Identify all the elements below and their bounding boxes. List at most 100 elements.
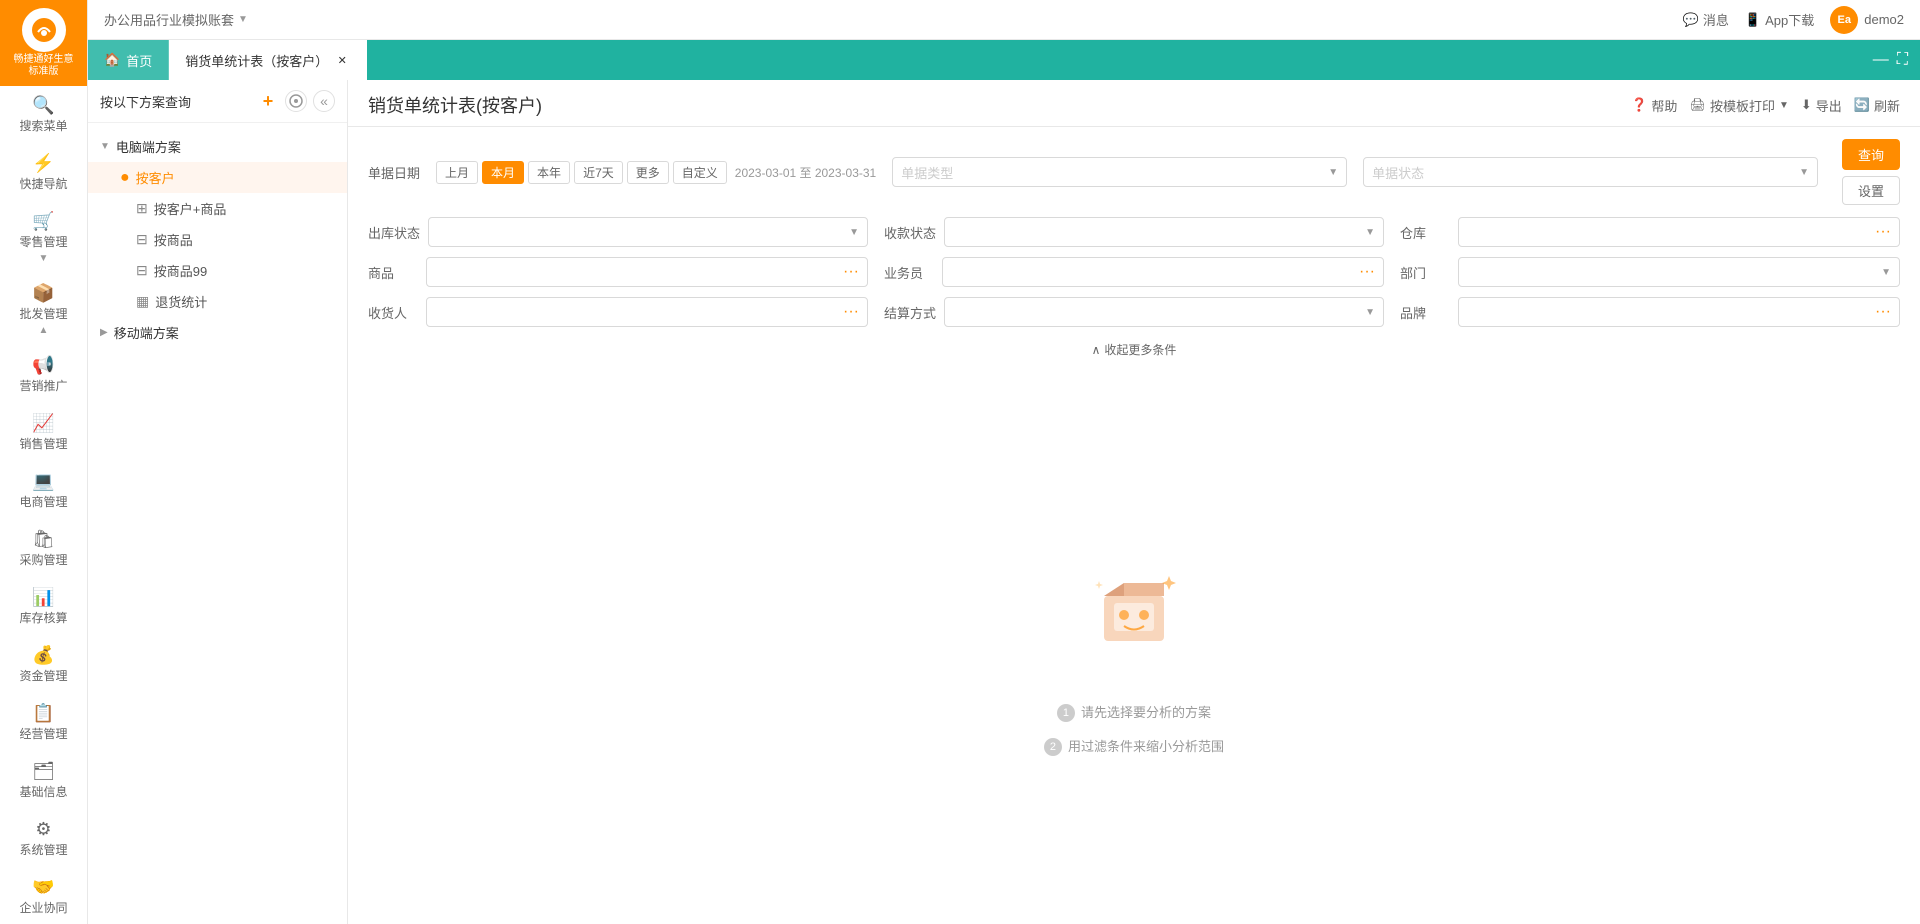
tab-maximize-btn[interactable]: ⛶ bbox=[1897, 51, 1908, 69]
out-status-arrow: ▼ bbox=[849, 227, 859, 238]
tab-home-label: 首页 bbox=[126, 51, 152, 70]
query-btn[interactable]: 查询 bbox=[1842, 139, 1900, 170]
order-status-label: 单据状态 bbox=[1372, 163, 1424, 182]
order-type-label: 单据类型 bbox=[901, 163, 953, 182]
sidebar-item-marketing[interactable]: 📢 营销推广 bbox=[0, 346, 87, 404]
empty-tip-2: 2 用过滤条件来缩小分析范围 bbox=[1044, 734, 1224, 760]
filter-row-1: 单据日期 上月 本月 本年 近7天 更多 自定义 2023-03-01 至 20… bbox=[368, 139, 1900, 205]
this-year-btn[interactable]: 本年 bbox=[528, 161, 570, 184]
by-goods99-icon: ⊟ bbox=[136, 262, 148, 279]
custom-btn[interactable]: 自定义 bbox=[673, 161, 727, 184]
sidebar-item-basic-label: 基础信息 bbox=[19, 783, 67, 800]
return-stat-icon: ▦ bbox=[136, 293, 149, 310]
this-month-btn[interactable]: 本月 bbox=[482, 161, 524, 184]
page-header: 销货单统计表(按客户) ❓ 帮助 🖨 按模板打印 ▼ ⬇ 导出 bbox=[348, 80, 1920, 127]
by-goods-icon: ⊟ bbox=[136, 231, 148, 248]
department-select[interactable]: ▼ bbox=[1458, 257, 1900, 287]
tab-sales-stat[interactable]: 销货单统计表（按客户） ✕ bbox=[169, 40, 367, 80]
sidebar-item-wholesale[interactable]: 📦 批发管理 ▲ bbox=[0, 274, 87, 346]
basic-icon: 🗂 bbox=[32, 762, 55, 780]
filter-cell-brand: 品牌 ··· bbox=[1400, 297, 1900, 327]
last7days-btn[interactable]: 近7天 bbox=[574, 161, 623, 184]
sidebar-nav: 🔍 搜索菜单 ⚡ 快捷导航 🛒 零售管理 ▼ 📦 批发管理 ▲ 📢 营销推广 📈… bbox=[0, 86, 87, 924]
collapse-btn[interactable]: ∧ 收起更多条件 bbox=[368, 335, 1900, 364]
page-title: 销货单统计表(按客户) bbox=[368, 92, 542, 118]
tab-sales-stat-label: 销货单统计表（按客户） bbox=[185, 51, 328, 70]
tree-item-by-goods[interactable]: ⊟ 按商品 bbox=[88, 224, 347, 255]
order-status-select[interactable]: 单据状态 ▼ bbox=[1363, 157, 1818, 187]
print-btn[interactable]: 🖨 按模板打印 ▼ bbox=[1689, 96, 1788, 115]
export-btn[interactable]: ⬇ 导出 bbox=[1801, 96, 1842, 115]
print-icon: 🖨 bbox=[1689, 97, 1706, 113]
sidebar-item-sales[interactable]: 📈 销售管理 bbox=[0, 404, 87, 462]
account-dropdown[interactable]: 办公用品行业模拟账套 ▼ bbox=[104, 10, 248, 29]
sidebar-item-retail-label: 零售管理 bbox=[19, 233, 67, 250]
tree-item-by-goods99[interactable]: ⊟ 按商品99 bbox=[88, 255, 347, 286]
payment-arrow: ▼ bbox=[1365, 307, 1375, 318]
export-icon: ⬇ bbox=[1801, 97, 1812, 113]
goods-select[interactable]: ··· bbox=[426, 257, 868, 287]
receiver-select[interactable]: ··· bbox=[426, 297, 868, 327]
sidebar-item-inventory[interactable]: 📊 库存核算 bbox=[0, 578, 87, 636]
receipt-status-select[interactable]: ▼ bbox=[944, 217, 1384, 247]
warehouse-select[interactable]: ··· bbox=[1458, 217, 1900, 247]
logo-area[interactable]: 畅捷通好生意 标准版 bbox=[0, 0, 87, 86]
by-customer-goods-icon: ⊞ bbox=[136, 200, 148, 217]
order-type-select[interactable]: 单据类型 ▼ bbox=[892, 157, 1347, 187]
sidebar-item-ecom[interactable]: 💻 电商管理 bbox=[0, 462, 87, 520]
sidebar-item-search[interactable]: 🔍 搜索菜单 bbox=[0, 86, 87, 144]
sidebar-item-system[interactable]: ⚙ 系统管理 bbox=[0, 810, 87, 868]
tab-close-btn[interactable]: ✕ bbox=[334, 52, 350, 68]
settings-btn[interactable]: 设置 bbox=[1842, 176, 1900, 205]
user-area[interactable]: Ea demo2 bbox=[1830, 6, 1904, 34]
message-btn[interactable]: 💬 消息 bbox=[1683, 10, 1729, 29]
payment-label: 结算方式 bbox=[884, 303, 936, 322]
sidebar-item-shortcuts[interactable]: ⚡ 快捷导航 bbox=[0, 144, 87, 202]
salesperson-select[interactable]: ··· bbox=[942, 257, 1384, 287]
collapse-panel-btn[interactable]: « bbox=[313, 90, 335, 112]
salesperson-label: 业务员 bbox=[884, 263, 934, 282]
tree-group-mobile-header[interactable]: ▶ 移动端方案 bbox=[88, 317, 347, 348]
sidebar-item-corp[interactable]: 🤝 企业协同 bbox=[0, 868, 87, 924]
sidebar-item-finance-label: 资金管理 bbox=[19, 667, 67, 684]
sidebar-item-business[interactable]: 📋 经营管理 bbox=[0, 694, 87, 752]
tree-item-return-stat-label: 退货统计 bbox=[155, 292, 207, 311]
tab-home[interactable]: 🏠 首页 bbox=[88, 40, 169, 80]
tree-item-by-customer-goods[interactable]: ⊞ 按客户+商品 bbox=[88, 193, 347, 224]
tree-group-desktop-label: 电脑端方案 bbox=[116, 137, 181, 156]
retail-icon: 🛒 bbox=[32, 212, 54, 230]
sidebar-item-basic[interactable]: 🗂 基础信息 bbox=[0, 752, 87, 810]
tree-area: ▼ 电脑端方案 ● 按客户 ⊞ 按客户+商品 ⊟ 按商品 bbox=[88, 123, 347, 924]
edit-scheme-btn[interactable] bbox=[285, 90, 307, 112]
add-scheme-btn[interactable]: + bbox=[257, 90, 279, 112]
filter-cell-warehouse: 仓库 ··· bbox=[1400, 217, 1900, 247]
brand-select[interactable]: ··· bbox=[1458, 297, 1900, 327]
filter-cell-receipt-status: 收款状态 ▼ bbox=[884, 217, 1384, 247]
account-dropdown-arrow: ▼ bbox=[238, 14, 248, 25]
more-btn[interactable]: 更多 bbox=[627, 161, 669, 184]
out-status-select[interactable]: ▼ bbox=[428, 217, 868, 247]
payment-select[interactable]: ▼ bbox=[944, 297, 1384, 327]
refresh-btn[interactable]: 🔄 刷新 bbox=[1854, 96, 1900, 115]
tree-arrow-mobile: ▶ bbox=[100, 327, 108, 338]
sidebar-item-purchase[interactable]: 🛍 采购管理 bbox=[0, 520, 87, 578]
help-btn[interactable]: ❓ 帮助 bbox=[1631, 96, 1677, 115]
data-area: 1 请先选择要分析的方案 2 用过滤条件来缩小分析范围 bbox=[348, 376, 1920, 924]
last-month-btn[interactable]: 上月 bbox=[436, 161, 478, 184]
goods-label: 商品 bbox=[368, 263, 418, 282]
app-download-btn[interactable]: 📱 App下载 bbox=[1745, 10, 1814, 29]
sidebar-item-retail[interactable]: 🛒 零售管理 ▼ bbox=[0, 202, 87, 274]
app-subtitle: 标准版 bbox=[4, 66, 83, 78]
sidebar-item-purchase-label: 采购管理 bbox=[19, 551, 67, 568]
filter-cell-goods: 商品 ··· bbox=[368, 257, 868, 287]
filter-row-2: 出库状态 ▼ 收款状态 ▼ 仓库 bbox=[368, 217, 1900, 247]
sidebar-item-wholesale-label: 批发管理 bbox=[19, 305, 67, 322]
tree-item-by-customer[interactable]: ● 按客户 bbox=[88, 162, 347, 193]
sidebar-item-finance[interactable]: 💰 资金管理 bbox=[0, 636, 87, 694]
tree-group-desktop-header[interactable]: ▼ 电脑端方案 bbox=[88, 131, 347, 162]
tree-item-return-stat[interactable]: ▦ 退货统计 bbox=[88, 286, 347, 317]
sidebar-item-ecom-label: 电商管理 bbox=[19, 493, 67, 510]
tree-group-mobile-label: 移动端方案 bbox=[114, 323, 179, 342]
tab-minimize-btn[interactable]: — bbox=[1873, 51, 1889, 69]
username: demo2 bbox=[1864, 12, 1904, 27]
